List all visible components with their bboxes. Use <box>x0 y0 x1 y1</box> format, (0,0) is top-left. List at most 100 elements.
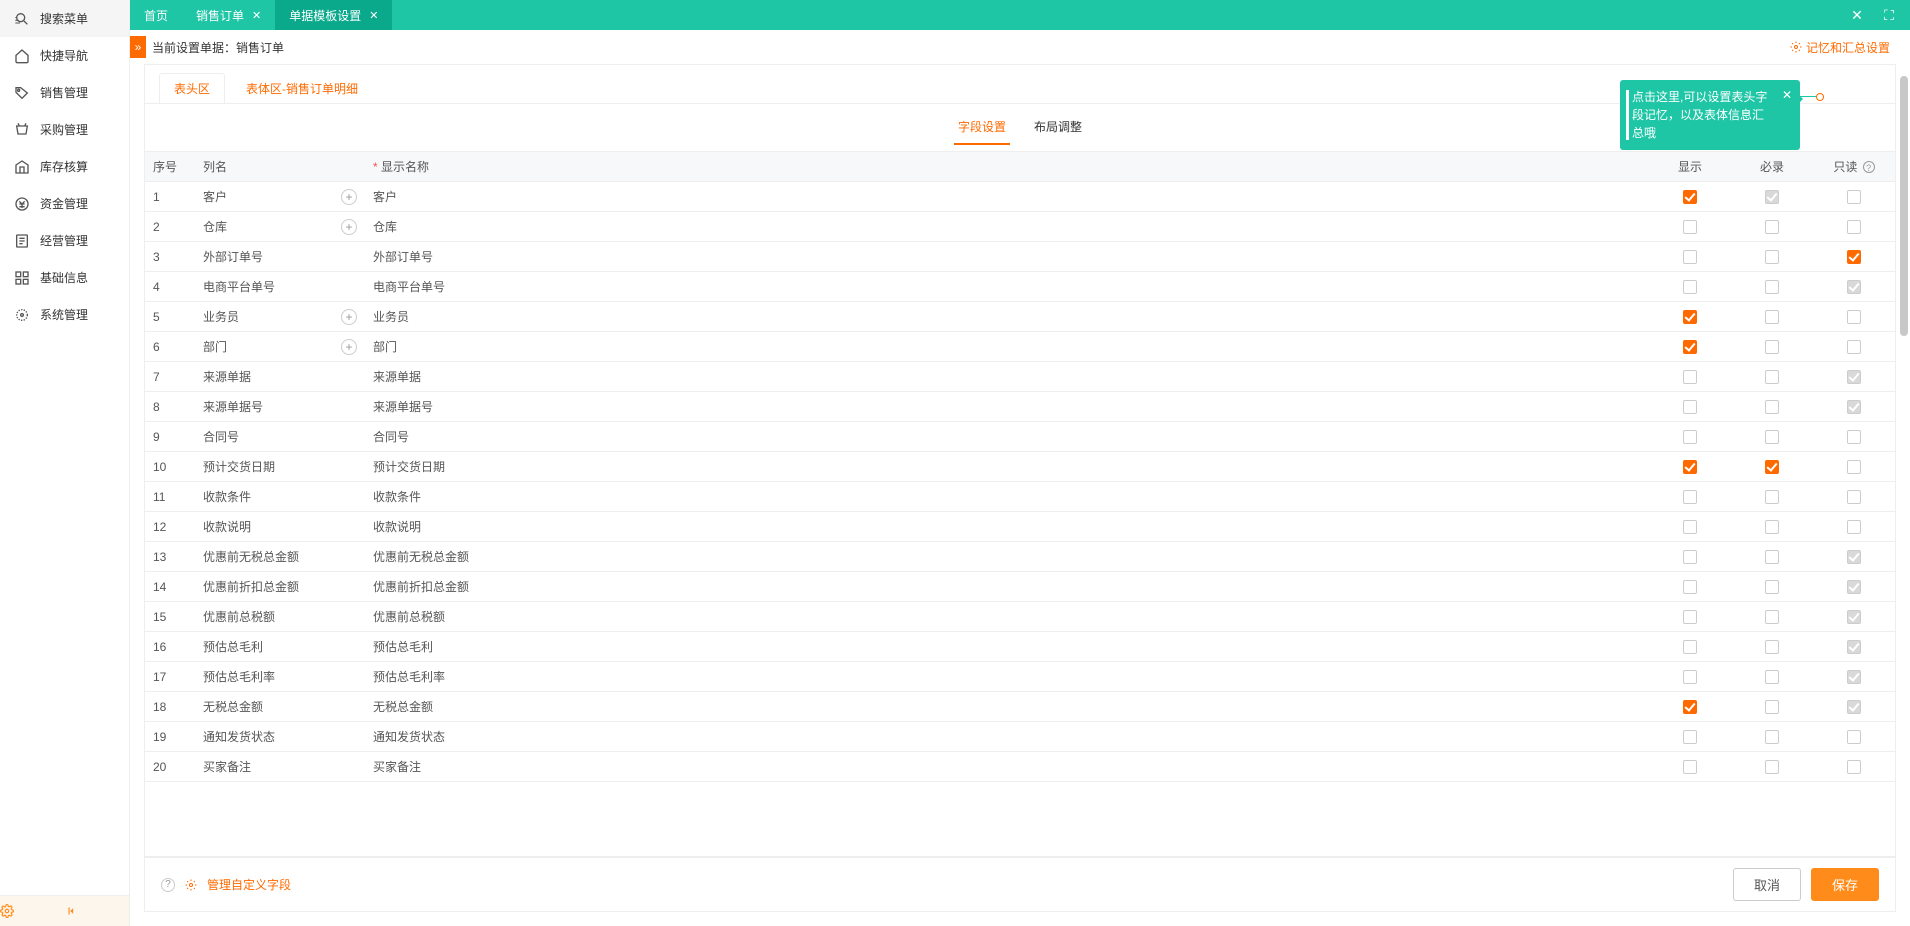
tab-close-icon[interactable]: ✕ <box>369 9 378 22</box>
subtab-0[interactable]: 表头区 <box>159 73 225 103</box>
required-checkbox[interactable] <box>1765 580 1779 594</box>
sidebar-item-0[interactable]: 搜索菜单 <box>0 0 129 37</box>
sidebar-item-3[interactable]: 采购管理 <box>0 111 129 148</box>
pill-tab-0[interactable]: 字段设置 <box>954 114 1010 145</box>
readonly-checkbox[interactable] <box>1847 430 1861 444</box>
add-field-button[interactable]: + <box>341 189 357 205</box>
required-checkbox[interactable] <box>1765 400 1779 414</box>
sidebar-item-2[interactable]: 销售管理 <box>0 74 129 111</box>
readonly-checkbox[interactable] <box>1847 190 1861 204</box>
required-checkbox[interactable] <box>1765 640 1779 654</box>
cell-display[interactable]: 优惠前无税总金额 <box>365 542 1649 572</box>
tab-close-icon[interactable]: ✕ <box>252 9 261 22</box>
show-checkbox[interactable] <box>1683 400 1697 414</box>
show-checkbox[interactable] <box>1683 640 1697 654</box>
popover-close-button[interactable]: ✕ <box>1782 86 1792 104</box>
readonly-checkbox[interactable] <box>1847 220 1861 234</box>
cell-display[interactable]: 外部订单号 <box>365 242 1649 272</box>
required-checkbox[interactable] <box>1765 220 1779 234</box>
cell-display[interactable]: 电商平台单号 <box>365 272 1649 302</box>
show-checkbox[interactable] <box>1683 550 1697 564</box>
sidebar-item-5[interactable]: 资金管理 <box>0 185 129 222</box>
readonly-checkbox[interactable] <box>1847 250 1861 264</box>
required-checkbox[interactable] <box>1765 700 1779 714</box>
memory-summary-link[interactable]: 记忆和汇总设置 <box>1790 39 1890 56</box>
cell-display[interactable]: 预计交货日期 <box>365 452 1649 482</box>
cell-display[interactable]: 收款条件 <box>365 482 1649 512</box>
required-checkbox[interactable] <box>1765 490 1779 504</box>
close-all-tabs-button[interactable]: ✕ <box>1844 7 1870 24</box>
readonly-checkbox[interactable] <box>1847 730 1861 744</box>
readonly-checkbox[interactable] <box>1847 310 1861 324</box>
settings-button[interactable] <box>0 896 65 926</box>
show-checkbox[interactable] <box>1683 520 1697 534</box>
required-checkbox[interactable] <box>1765 310 1779 324</box>
show-checkbox[interactable] <box>1683 370 1697 384</box>
cell-display[interactable]: 无税总金额 <box>365 692 1649 722</box>
cell-display[interactable]: 通知发货状态 <box>365 722 1649 752</box>
show-checkbox[interactable] <box>1683 670 1697 684</box>
sidebar-item-1[interactable]: 快捷导航 <box>0 37 129 74</box>
readonly-checkbox[interactable] <box>1847 340 1861 354</box>
show-checkbox[interactable] <box>1683 340 1697 354</box>
show-checkbox[interactable] <box>1683 730 1697 744</box>
cell-display[interactable]: 买家备注 <box>365 752 1649 782</box>
show-checkbox[interactable] <box>1683 310 1697 324</box>
pill-tab-1[interactable]: 布局调整 <box>1030 114 1086 145</box>
cell-display[interactable]: 预估总毛利 <box>365 632 1649 662</box>
cell-display[interactable]: 优惠前总税额 <box>365 602 1649 632</box>
cell-display[interactable]: 预估总毛利率 <box>365 662 1649 692</box>
show-checkbox[interactable] <box>1683 280 1697 294</box>
add-field-button[interactable]: + <box>341 339 357 355</box>
show-checkbox[interactable] <box>1683 220 1697 234</box>
cell-display[interactable]: 客户 <box>365 182 1649 212</box>
add-field-button[interactable]: + <box>341 309 357 325</box>
required-checkbox[interactable] <box>1765 760 1779 774</box>
show-checkbox[interactable] <box>1683 460 1697 474</box>
required-checkbox[interactable] <box>1765 670 1779 684</box>
required-checkbox[interactable] <box>1765 340 1779 354</box>
show-checkbox[interactable] <box>1683 190 1697 204</box>
readonly-checkbox[interactable] <box>1847 460 1861 474</box>
expand-doc-button[interactable]: » <box>130 36 146 58</box>
help-icon[interactable]: ? <box>1863 161 1875 173</box>
save-button[interactable]: 保存 <box>1811 868 1879 901</box>
cell-display[interactable]: 收款说明 <box>365 512 1649 542</box>
sidebar-item-6[interactable]: 经营管理 <box>0 222 129 259</box>
required-checkbox[interactable] <box>1765 280 1779 294</box>
required-checkbox[interactable] <box>1765 550 1779 564</box>
readonly-checkbox[interactable] <box>1847 760 1861 774</box>
readonly-checkbox[interactable] <box>1847 520 1861 534</box>
sidebar-item-7[interactable]: 基础信息 <box>0 259 129 296</box>
help-icon[interactable]: ? <box>161 878 175 892</box>
required-checkbox[interactable] <box>1765 430 1779 444</box>
add-field-button[interactable]: + <box>341 219 357 235</box>
cell-display[interactable]: 部门 <box>365 332 1649 362</box>
fullscreen-button[interactable]: ⛶ <box>1876 7 1902 24</box>
readonly-checkbox[interactable] <box>1847 490 1861 504</box>
tab-2[interactable]: 单据模板设置✕ <box>275 0 392 30</box>
collapse-sidebar-button[interactable] <box>65 896 130 926</box>
cell-display[interactable]: 仓库 <box>365 212 1649 242</box>
required-checkbox[interactable] <box>1765 460 1779 474</box>
tab-0[interactable]: 首页 <box>130 0 182 30</box>
cell-display[interactable]: 合同号 <box>365 422 1649 452</box>
show-checkbox[interactable] <box>1683 580 1697 594</box>
show-checkbox[interactable] <box>1683 430 1697 444</box>
cell-display[interactable]: 来源单据号 <box>365 392 1649 422</box>
sidebar-item-8[interactable]: 系统管理 <box>0 296 129 333</box>
cell-display[interactable]: 来源单据 <box>365 362 1649 392</box>
sidebar-item-4[interactable]: 库存核算 <box>0 148 129 185</box>
subtab-1[interactable]: 表体区-销售订单明细 <box>231 73 373 103</box>
tab-1[interactable]: 销售订单✕ <box>182 0 275 30</box>
manage-custom-fields-link[interactable]: 管理自定义字段 <box>207 876 291 893</box>
show-checkbox[interactable] <box>1683 700 1697 714</box>
required-checkbox[interactable] <box>1765 370 1779 384</box>
required-checkbox[interactable] <box>1765 610 1779 624</box>
scrollbar[interactable] <box>1900 66 1908 866</box>
required-checkbox[interactable] <box>1765 250 1779 264</box>
cell-display[interactable]: 业务员 <box>365 302 1649 332</box>
show-checkbox[interactable] <box>1683 760 1697 774</box>
cell-display[interactable]: 优惠前折扣总金额 <box>365 572 1649 602</box>
cancel-button[interactable]: 取消 <box>1733 868 1801 901</box>
